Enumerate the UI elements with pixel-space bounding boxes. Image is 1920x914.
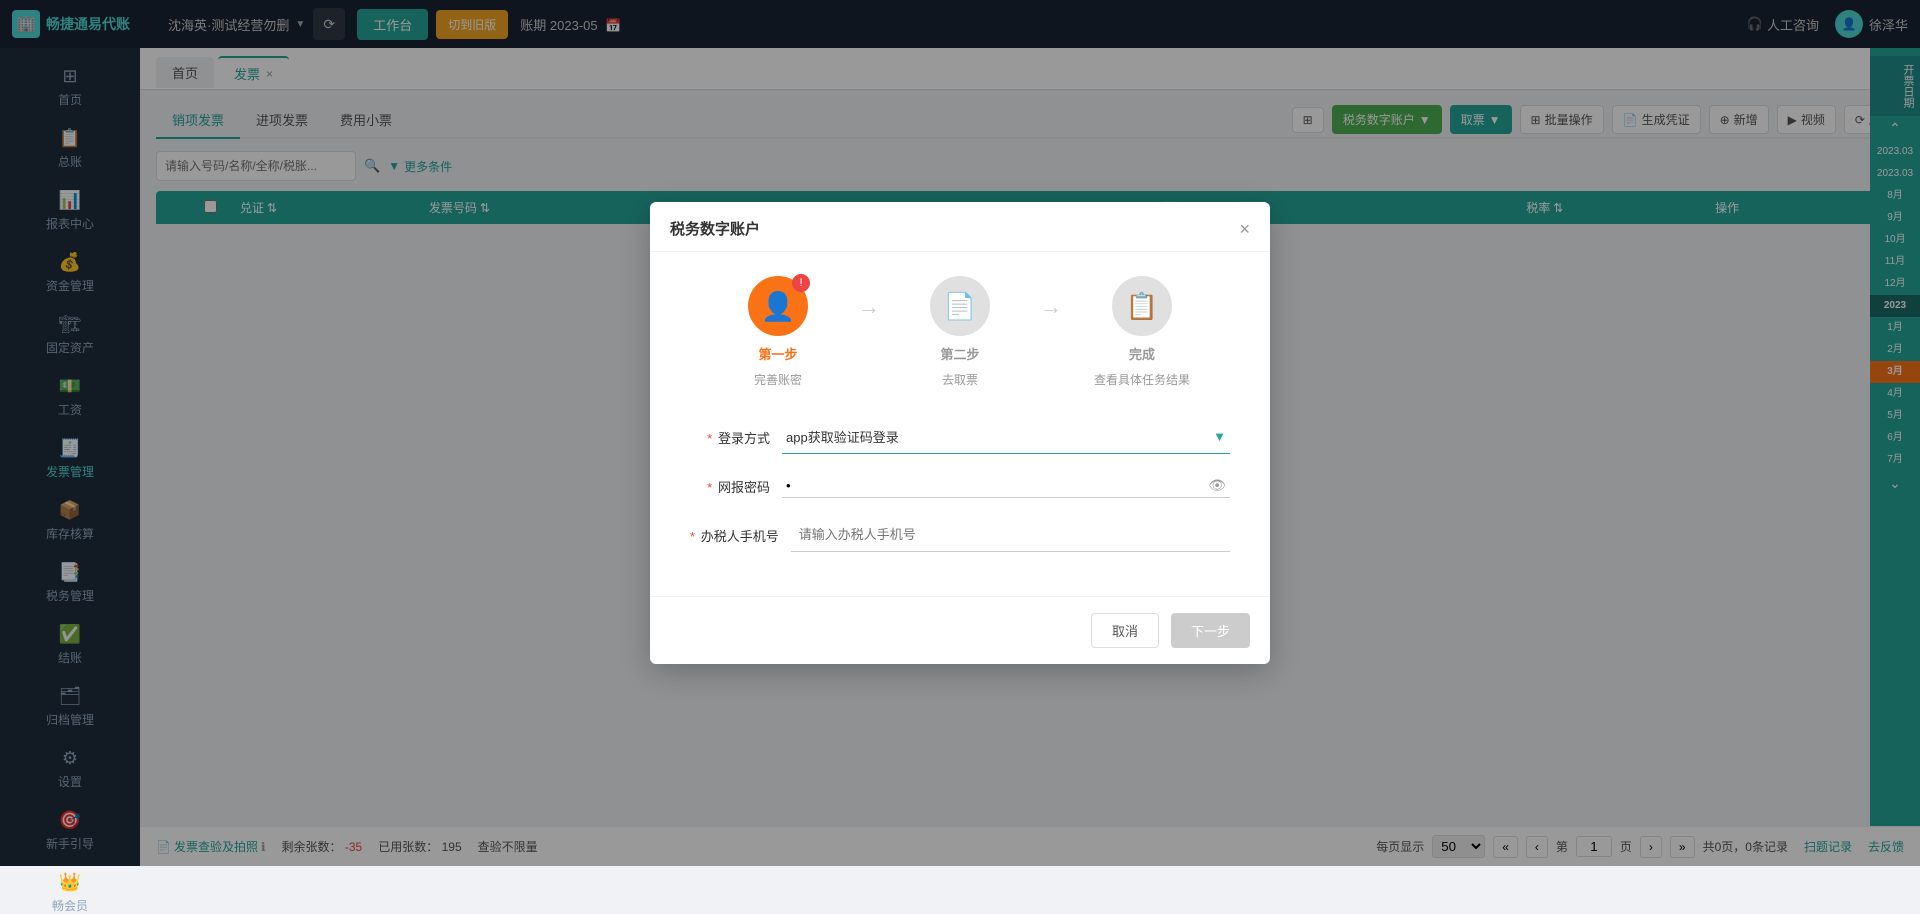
dialog-body: 👤 ! 第一步 完善账密 → 📄 第二步 去取票 → xyxy=(650,252,1270,596)
login-method-label: * 登录方式 xyxy=(690,428,770,447)
password-input-wrap: 👁 xyxy=(782,474,1230,498)
select-dropdown-icon: ▼ xyxy=(1213,429,1226,444)
next-button[interactable]: 下一步 xyxy=(1171,613,1250,648)
step-3-desc: 查看具体任务结果 xyxy=(1094,371,1190,388)
step-1-icon: 👤 ! xyxy=(748,276,808,336)
dialog-footer: 取消 下一步 xyxy=(650,596,1270,664)
phone-label: * 办税人手机号 xyxy=(690,526,779,545)
step-1-label: 第一步 xyxy=(758,344,797,363)
steps-indicator: 👤 ! 第一步 完善账密 → 📄 第二步 去取票 → xyxy=(690,276,1230,388)
dialog-overlay: 税务数字账户 × 👤 ! 第一步 完善账密 → xyxy=(0,0,1920,866)
dialog-title: 税务数字账户 xyxy=(670,218,760,239)
phone-row: * 办税人手机号 xyxy=(690,518,1230,552)
step-1-badge: ! xyxy=(792,274,810,292)
toggle-password-icon[interactable]: 👁 xyxy=(1204,477,1230,494)
tax-account-dialog: 税务数字账户 × 👤 ! 第一步 完善账密 → xyxy=(650,202,1270,664)
phone-input-container xyxy=(791,518,1230,552)
dialog-close-button[interactable]: × xyxy=(1239,220,1250,238)
dialog-header: 税务数字账户 × xyxy=(650,202,1270,252)
login-method-select[interactable]: app获取验证码登录 ▼ xyxy=(782,420,1230,454)
cancel-button[interactable]: 取消 xyxy=(1091,613,1159,648)
step-arrow-1: → xyxy=(858,294,880,320)
step-2-desc: 去取票 xyxy=(942,371,978,388)
document-icon: 📄 xyxy=(944,291,976,322)
person-card-icon: 👤 xyxy=(761,290,796,323)
step-3-label: 完成 xyxy=(1129,344,1155,363)
login-method-row: * 登录方式 app获取验证码登录 ▼ xyxy=(690,420,1230,454)
step-1-desc: 完善账密 xyxy=(754,371,802,388)
step-2: 📄 第二步 去取票 xyxy=(880,276,1040,388)
password-label: * 网报密码 xyxy=(690,477,770,496)
phone-input[interactable] xyxy=(795,523,1226,546)
clipboard-icon: 📋 xyxy=(1126,291,1158,322)
step-2-icon: 📄 xyxy=(930,276,990,336)
step-3: 📋 完成 查看具体任务结果 xyxy=(1062,276,1222,388)
step-arrow-2: → xyxy=(1040,294,1062,320)
step-3-icon: 📋 xyxy=(1112,276,1172,336)
step-2-label: 第二步 xyxy=(940,344,979,363)
password-input[interactable] xyxy=(782,474,1204,497)
step-1: 👤 ! 第一步 完善账密 xyxy=(698,276,858,388)
password-row: * 网报密码 👁 xyxy=(690,474,1230,498)
